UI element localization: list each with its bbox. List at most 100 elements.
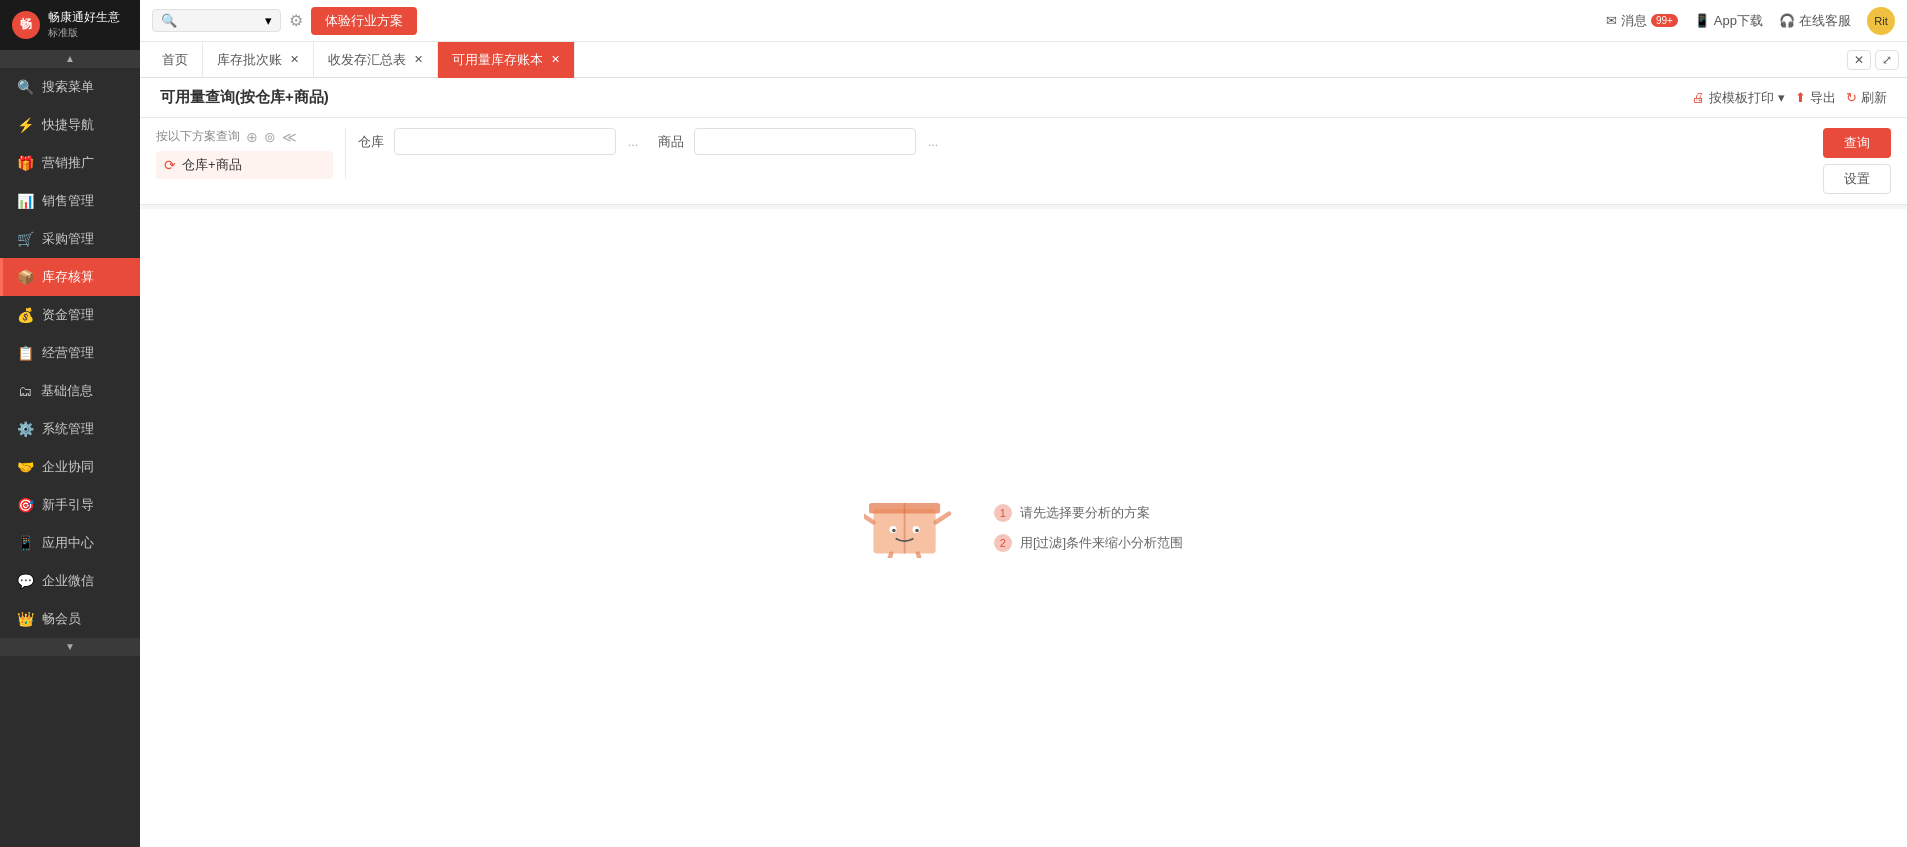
sidebar-label-purchase: 采购管理 bbox=[42, 230, 94, 248]
settings-scheme-icon[interactable]: ⊚ bbox=[264, 129, 276, 145]
close-tab-button[interactable]: ✕ bbox=[1847, 50, 1871, 70]
collapse-icon[interactable]: ≪ bbox=[282, 129, 297, 145]
message-icon: ✉ bbox=[1606, 13, 1617, 28]
sidebar-icon-system: ⚙️ bbox=[17, 421, 34, 437]
sidebar-item-basic[interactable]: 🗂 基础信息 bbox=[0, 372, 140, 410]
sidebar-icon-operation: 📋 bbox=[17, 345, 34, 361]
tab-home[interactable]: 首页 bbox=[148, 42, 203, 78]
tab-summary[interactable]: 收发存汇总表 ✕ bbox=[314, 42, 438, 78]
app-download-item[interactable]: 📱 App下载 bbox=[1694, 12, 1763, 30]
sidebar-item-member[interactable]: 👑 畅会员 bbox=[0, 600, 140, 638]
topbar-right: ✉ 消息 99+ 📱 App下载 🎧 在线客服 Rit bbox=[1606, 7, 1895, 35]
dropdown-icon[interactable]: ▾ bbox=[265, 13, 272, 28]
search-icon: 🔍 bbox=[161, 13, 177, 28]
product-field: 商品 ... bbox=[658, 128, 938, 155]
search-input[interactable] bbox=[181, 14, 261, 28]
empty-illustration bbox=[864, 478, 964, 578]
sidebar-item-finance[interactable]: 💰 资金管理 bbox=[0, 296, 140, 334]
sidebar-item-wechat[interactable]: 💬 企业微信 bbox=[0, 562, 140, 600]
sidebar-label-inventory: 库存核算 bbox=[42, 268, 94, 286]
sidebar-icon-enterprise: 🤝 bbox=[17, 459, 34, 475]
topbar: 🔍 ▾ ⚙ 体验行业方案 ✉ 消息 99+ 📱 App下载 🎧 在线客服 Rit bbox=[140, 0, 1907, 42]
settings-button[interactable]: 设置 bbox=[1823, 164, 1891, 194]
sidebar-item-inventory[interactable]: 📦 库存核算 bbox=[0, 258, 140, 296]
product-more-icon[interactable]: ... bbox=[928, 135, 938, 149]
query-button[interactable]: 查询 bbox=[1823, 128, 1891, 158]
scheme-item[interactable]: ⟳ 仓库+商品 bbox=[156, 151, 333, 179]
sidebar-item-newbie[interactable]: 🎯 新手引导 bbox=[0, 486, 140, 524]
sidebar-icon-marketing: 🎁 bbox=[17, 155, 34, 171]
sidebar-label-wechat: 企业微信 bbox=[42, 572, 94, 590]
user-item[interactable]: Rit bbox=[1867, 7, 1895, 35]
service-label: 在线客服 bbox=[1799, 12, 1851, 30]
sidebar-icon-shortcut: ⚡ bbox=[17, 117, 34, 133]
sidebar-items-container: 🔍 搜索菜单 ⚡ 快捷导航 🎁 营销推广 📊 销售管理 🛒 采购管理 📦 库存核… bbox=[0, 68, 140, 638]
scheme-sync-icon: ⟳ bbox=[164, 157, 176, 173]
topbar-search-box[interactable]: 🔍 ▾ bbox=[152, 9, 281, 32]
sidebar-scroll-down[interactable]: ▼ bbox=[0, 638, 140, 656]
message-item[interactable]: ✉ 消息 99+ bbox=[1606, 12, 1678, 30]
headset-icon: 🎧 bbox=[1779, 13, 1795, 28]
svg-line-7 bbox=[864, 514, 873, 523]
sidebar-scroll-up[interactable]: ▲ bbox=[0, 50, 140, 68]
sidebar-icon-search: 🔍 bbox=[17, 79, 34, 95]
sidebar-item-apps[interactable]: 📱 应用中心 bbox=[0, 524, 140, 562]
message-badge: 99+ bbox=[1651, 14, 1678, 27]
svg-line-8 bbox=[936, 514, 949, 523]
refresh-action[interactable]: ↻ 刷新 bbox=[1846, 89, 1887, 107]
sidebar-icon-member: 👑 bbox=[17, 611, 34, 627]
maximize-tab-button[interactable]: ⤢ bbox=[1875, 50, 1899, 70]
tabs-container: 首页 库存批次账 ✕ 收发存汇总表 ✕ 可用量库存账本 ✕ bbox=[148, 42, 575, 78]
content-area: 可用量查询(按仓库+商品) 🖨 按模板打印 ▾ ⬆ 导出 ↻ 刷新 bbox=[140, 78, 1907, 847]
page-actions: 🖨 按模板打印 ▾ ⬆ 导出 ↻ 刷新 bbox=[1692, 89, 1887, 107]
sidebar-item-search[interactable]: 🔍 搜索菜单 bbox=[0, 68, 140, 106]
sidebar-icon-apps: 📱 bbox=[17, 535, 34, 551]
sidebar-icon-finance: 💰 bbox=[17, 307, 34, 323]
print-dropdown-icon[interactable]: ▾ bbox=[1778, 90, 1785, 105]
sidebar-icon-sales: 📊 bbox=[17, 193, 34, 209]
sidebar-label-enterprise: 企业协同 bbox=[42, 458, 94, 476]
sidebar-label-member: 畅会员 bbox=[42, 610, 81, 628]
message-label: 消息 bbox=[1621, 12, 1647, 30]
refresh-label: 刷新 bbox=[1861, 89, 1887, 107]
sidebar-header: 畅 畅康通好生意 标准版 bbox=[0, 0, 140, 50]
export-icon: ⬆ bbox=[1795, 90, 1806, 105]
sidebar-logo: 畅 bbox=[12, 11, 40, 39]
tab-close-batch[interactable]: ✕ bbox=[290, 53, 299, 66]
tab-label-home: 首页 bbox=[162, 51, 188, 69]
tab-close-available[interactable]: ✕ bbox=[551, 53, 560, 66]
page-header: 可用量查询(按仓库+商品) 🖨 按模板打印 ▾ ⬆ 导出 ↻ 刷新 bbox=[140, 78, 1907, 118]
sidebar-item-marketing[interactable]: 🎁 营销推广 bbox=[0, 144, 140, 182]
query-section: 按以下方案查询 ⊕ ⊚ ≪ ⟳ 仓库+商品 仓库 ... 商品 bbox=[140, 118, 1907, 205]
tab-batch[interactable]: 库存批次账 ✕ bbox=[203, 42, 314, 78]
industry-button[interactable]: 体验行业方案 bbox=[311, 7, 417, 35]
sidebar-brand: 畅康通好生意 标准版 bbox=[48, 10, 120, 40]
sidebar-item-shortcut[interactable]: ⚡ 快捷导航 bbox=[0, 106, 140, 144]
sidebar-icon-purchase: 🛒 bbox=[17, 231, 34, 247]
tab-available[interactable]: 可用量库存账本 ✕ bbox=[438, 42, 575, 78]
gear-icon[interactable]: ⚙ bbox=[289, 11, 303, 30]
tabs-actions: ✕ ⤢ bbox=[1847, 50, 1899, 70]
export-action[interactable]: ⬆ 导出 bbox=[1795, 89, 1836, 107]
product-input[interactable] bbox=[694, 128, 916, 155]
sidebar-item-operation[interactable]: 📋 经营管理 bbox=[0, 334, 140, 372]
warehouse-field: 仓库 ... bbox=[358, 128, 638, 155]
customer-service-item[interactable]: 🎧 在线客服 bbox=[1779, 12, 1851, 30]
avatar: Rit bbox=[1867, 7, 1895, 35]
hint-num-1: 1 bbox=[994, 504, 1012, 522]
add-scheme-icon[interactable]: ⊕ bbox=[246, 129, 258, 145]
export-label: 导出 bbox=[1810, 89, 1836, 107]
sidebar-item-sales[interactable]: 📊 销售管理 bbox=[0, 182, 140, 220]
sidebar-item-purchase[interactable]: 🛒 采购管理 bbox=[0, 220, 140, 258]
warehouse-more-icon[interactable]: ... bbox=[628, 135, 638, 149]
sidebar-label-apps: 应用中心 bbox=[42, 534, 94, 552]
print-action[interactable]: 🖨 按模板打印 ▾ bbox=[1692, 89, 1785, 107]
sidebar-item-system[interactable]: ⚙️ 系统管理 bbox=[0, 410, 140, 448]
tab-close-summary[interactable]: ✕ bbox=[414, 53, 423, 66]
sidebar-item-enterprise[interactable]: 🤝 企业协同 bbox=[0, 448, 140, 486]
tabs-bar: 首页 库存批次账 ✕ 收发存汇总表 ✕ 可用量库存账本 ✕ ✕ ⤢ bbox=[140, 42, 1907, 78]
print-icon: 🖨 bbox=[1692, 90, 1705, 105]
warehouse-input[interactable] bbox=[394, 128, 616, 155]
warehouse-label: 仓库 bbox=[358, 133, 386, 151]
main-area: 🔍 ▾ ⚙ 体验行业方案 ✉ 消息 99+ 📱 App下载 🎧 在线客服 Rit bbox=[140, 0, 1907, 847]
